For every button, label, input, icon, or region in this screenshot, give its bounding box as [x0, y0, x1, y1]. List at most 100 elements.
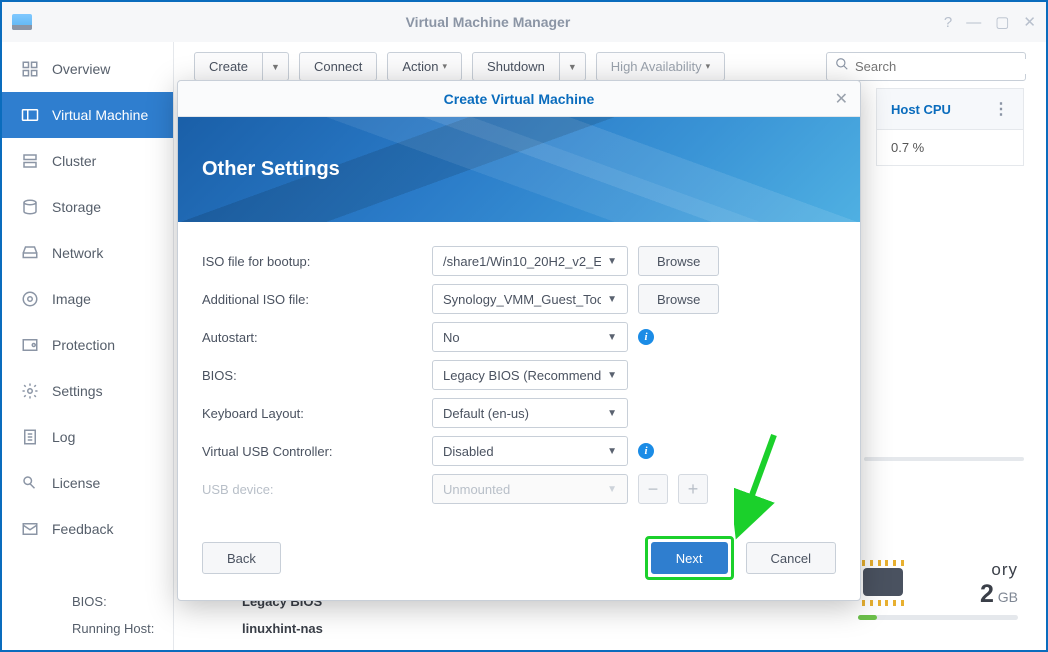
sidebar-item-overview[interactable]: Overview	[2, 46, 173, 92]
label-usb-controller: Virtual USB Controller:	[202, 444, 432, 459]
label-usb-device: USB device:	[202, 482, 432, 497]
caret-down-icon: ▾	[443, 61, 448, 72]
back-button[interactable]: Back	[202, 542, 281, 574]
vm-icon	[20, 106, 40, 124]
minimize-icon[interactable]: —	[966, 14, 981, 31]
modal-body: ISO file for bootup: /share1/Win10_20H2_…	[178, 222, 860, 522]
sidebar: Overview Virtual Machine Cluster Storage…	[2, 42, 174, 650]
sidebar-item-cluster[interactable]: Cluster	[2, 138, 173, 184]
sidebar-item-label: License	[52, 475, 100, 491]
sidebar-item-label: Storage	[52, 199, 101, 215]
search-box[interactable]	[826, 52, 1026, 81]
sidebar-item-storage[interactable]: Storage	[2, 184, 173, 230]
sidebar-item-label: Log	[52, 429, 75, 445]
caret-down-icon: ▼	[607, 484, 617, 495]
label-autostart: Autostart:	[202, 330, 432, 345]
sidebar-item-protection[interactable]: Protection	[2, 322, 173, 368]
browse-iso-button[interactable]: Browse	[638, 246, 719, 276]
sidebar-item-license[interactable]: License	[2, 460, 173, 506]
select-usb-device: Unmounted▼	[432, 474, 628, 504]
action-button[interactable]: Action▾	[387, 52, 462, 81]
sidebar-item-label: Network	[52, 245, 103, 261]
add-usb-button[interactable]: +	[678, 474, 708, 504]
memory-title: ory	[858, 560, 1018, 580]
maximize-icon[interactable]: ▢	[995, 13, 1009, 31]
info-icon[interactable]: i	[638, 329, 654, 345]
sidebar-item-log[interactable]: Log	[2, 414, 173, 460]
shutdown-button[interactable]: Shutdown	[472, 52, 560, 81]
caret-down-icon: ▼	[607, 256, 617, 267]
host-cpu-column: Host CPU ⋮ 0.7 %	[876, 88, 1024, 166]
modal-title: Create Virtual Machine	[444, 91, 595, 107]
search-icon	[835, 57, 849, 76]
label-bios: BIOS:	[202, 368, 432, 383]
close-icon[interactable]: ✕	[1023, 13, 1036, 31]
sidebar-item-network[interactable]: Network	[2, 230, 173, 276]
shutdown-dropdown[interactable]: ▼	[560, 52, 586, 81]
divider	[864, 457, 1024, 461]
create-vm-modal: Create Virtual Machine ✕ Other Settings …	[177, 80, 861, 601]
overview-icon	[20, 60, 40, 78]
caret-down-icon: ▼	[607, 294, 617, 305]
memory-unit: GB	[994, 589, 1018, 605]
create-button[interactable]: Create	[194, 52, 263, 81]
info-icon[interactable]: i	[638, 443, 654, 459]
host-cpu-value: 0.7 %	[876, 130, 1024, 166]
select-usb-controller[interactable]: Disabled▼	[432, 436, 628, 466]
detail-label-host: Running Host:	[72, 621, 202, 636]
memory-value: 2	[980, 580, 994, 608]
cancel-button[interactable]: Cancel	[746, 542, 836, 574]
sidebar-item-label: Feedback	[52, 521, 113, 537]
label-additional-iso: Additional ISO file:	[202, 292, 432, 307]
select-additional-iso[interactable]: Synology_VMM_Guest_Tool▼	[432, 284, 628, 314]
detail-value-host: linuxhint-nas	[242, 621, 323, 636]
modal-hero-title: Other Settings	[202, 158, 340, 181]
select-autostart[interactable]: No▼	[432, 322, 628, 352]
caret-down-icon: ▾	[706, 61, 711, 72]
settings-icon	[20, 382, 40, 400]
connect-button[interactable]: Connect	[299, 52, 377, 81]
sidebar-item-label: Image	[52, 291, 91, 307]
storage-icon	[20, 198, 40, 216]
caret-down-icon: ▼	[568, 62, 577, 72]
sidebar-item-settings[interactable]: Settings	[2, 368, 173, 414]
sidebar-item-label: Settings	[52, 383, 103, 399]
next-button[interactable]: Next	[651, 542, 728, 574]
search-input[interactable]	[855, 59, 1031, 74]
sidebar-item-image[interactable]: Image	[2, 276, 173, 322]
network-icon	[20, 244, 40, 262]
modal-titlebar: Create Virtual Machine ✕	[178, 81, 860, 117]
caret-down-icon: ▼	[607, 446, 617, 457]
select-bios[interactable]: Legacy BIOS (Recommended)▼	[432, 360, 628, 390]
modal-hero: Other Settings	[178, 117, 860, 222]
cluster-icon	[20, 152, 40, 170]
sidebar-item-virtual-machine[interactable]: Virtual Machine	[2, 92, 173, 138]
app-icon	[12, 14, 32, 30]
image-icon	[20, 290, 40, 308]
sidebar-item-feedback[interactable]: Feedback	[2, 506, 173, 552]
browse-additional-iso-button[interactable]: Browse	[638, 284, 719, 314]
column-header-host-cpu[interactable]: Host CPU ⋮	[876, 88, 1024, 130]
select-keyboard[interactable]: Default (en-us)▼	[432, 398, 628, 428]
column-menu-icon[interactable]: ⋮	[993, 99, 1009, 119]
caret-down-icon: ▼	[607, 408, 617, 419]
caret-down-icon: ▼	[607, 332, 617, 343]
select-iso-bootup[interactable]: /share1/Win10_20H2_v2_English_x64.iso▼	[432, 246, 628, 276]
create-dropdown[interactable]: ▼	[263, 52, 289, 81]
modal-footer: Back Next Cancel	[178, 522, 860, 600]
label-keyboard: Keyboard Layout:	[202, 406, 432, 421]
caret-down-icon: ▼	[607, 370, 617, 381]
window-title: Virtual Machine Manager	[32, 14, 944, 30]
help-icon[interactable]: ?	[944, 14, 952, 31]
log-icon	[20, 428, 40, 446]
protection-icon	[20, 336, 40, 354]
remove-usb-button[interactable]: −	[638, 474, 668, 504]
sidebar-item-label: Cluster	[52, 153, 96, 169]
ha-button[interactable]: High Availability▾	[596, 52, 725, 81]
modal-close-icon[interactable]: ✕	[835, 89, 848, 109]
sidebar-item-label: Virtual Machine	[52, 107, 148, 123]
window-titlebar: Virtual Machine Manager ? — ▢ ✕	[2, 2, 1046, 42]
annotation-highlight: Next	[645, 536, 734, 580]
memory-bar	[858, 615, 1018, 620]
sidebar-item-label: Overview	[52, 61, 110, 77]
